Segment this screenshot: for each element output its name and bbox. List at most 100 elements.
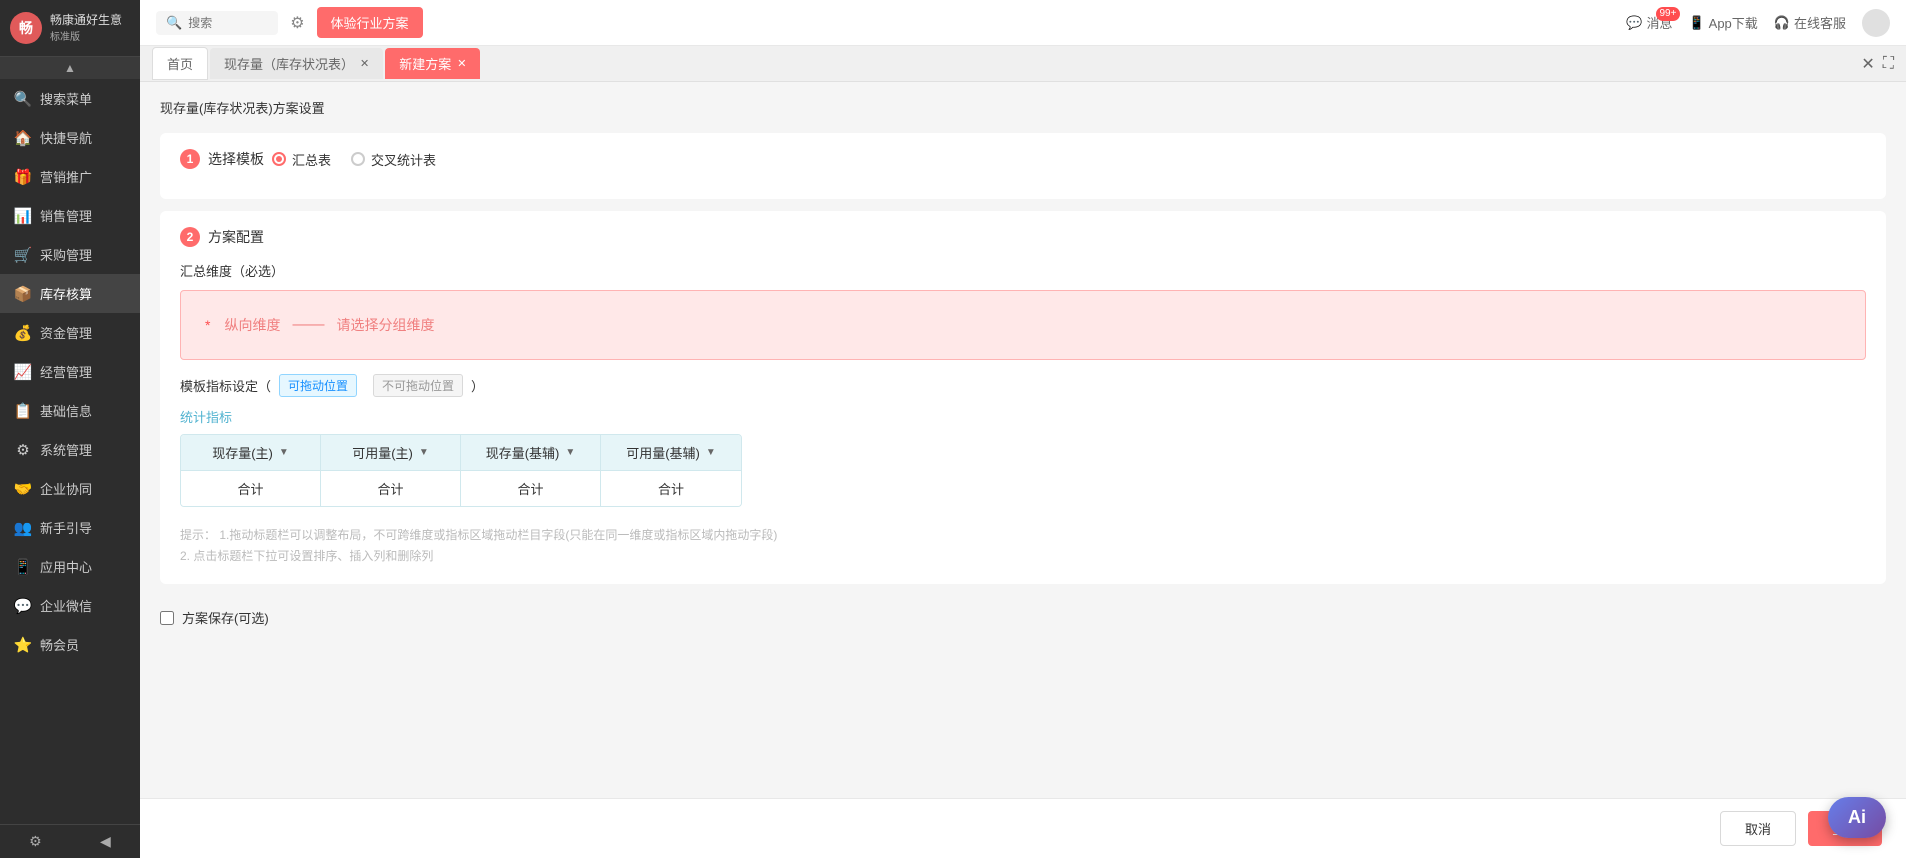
topbar-right: 💬 消息 99+ 📱 App下载 🎧 在线客服 <box>1626 9 1890 37</box>
sidebar-item-nav[interactable]: 🏠 快捷导航 <box>0 118 140 157</box>
stats-header-cell[interactable]: 现存量(基辅)▼ <box>461 435 601 470</box>
dim-required-star: * <box>205 317 210 333</box>
dim-label-text: 汇总维度（必选） <box>180 264 284 279</box>
stats-header-cell[interactable]: 可用量(主)▼ <box>321 435 461 470</box>
sidebar-item-system[interactable]: ⚙ 系统管理 <box>0 430 140 469</box>
tip-1: 提示： 1.拖动标题栏可以调整布局，不可跨维度或指标区域拖动栏目字段(只能在同一… <box>180 526 1866 543</box>
save-checkbox[interactable] <box>160 611 174 625</box>
action-bar: 取消 查询 <box>140 798 1906 858</box>
stats-header-cell[interactable]: 现存量(主)▼ <box>181 435 321 470</box>
section1-num: 1 <box>180 149 200 169</box>
cancel-button[interactable]: 取消 <box>1720 811 1796 846</box>
radio-summary[interactable]: 汇总表 <box>272 150 331 169</box>
tab-new-plan-close[interactable]: ✕ <box>457 57 466 70</box>
tip-2: 2. 点击标题栏下拉可设置排序、插入列和删除列 <box>180 547 1866 564</box>
sidebar-label-system: 系统管理 <box>40 440 92 459</box>
search-box[interactable]: 🔍 <box>156 11 278 35</box>
sidebar-item-marketing[interactable]: 🎁 营销推广 <box>0 157 140 196</box>
message-badge[interactable]: 💬 消息 99+ <box>1626 13 1672 32</box>
page-title: 现存量(库存状况表)方案设置 <box>160 98 1886 117</box>
collapse-icon[interactable]: ◀ <box>100 833 111 850</box>
dim-field-label: 纵向维度 <box>224 315 280 335</box>
tab-inventory-status[interactable]: 现存量（库存状况表） ✕ <box>210 48 383 79</box>
message-count: 99+ <box>1656 7 1681 21</box>
sidebar-label-sales: 销售管理 <box>40 206 92 225</box>
section-config: 2 方案配置 汇总维度（必选） * 纵向维度 —— 请选择分组维度 模板指标设定… <box>160 211 1886 584</box>
tab-home-label: 首页 <box>167 54 193 73</box>
online-service[interactable]: 🎧 在线客服 <box>1774 13 1846 32</box>
section-template: 1 选择模板 汇总表 交叉统计表 <box>160 133 1886 199</box>
service-label: 在线客服 <box>1794 13 1846 32</box>
sidebar-item-operations[interactable]: 📈 经营管理 <box>0 352 140 391</box>
save-label: 方案保存(可选) <box>182 608 269 627</box>
settings-icon[interactable]: ⚙ <box>29 833 42 850</box>
sidebar-icon-system: ⚙ <box>14 441 32 459</box>
sidebar-item-wechat[interactable]: 💬 企业微信 <box>0 586 140 625</box>
sidebar-label-marketing: 营销推广 <box>40 167 92 186</box>
sidebar-item-enterprise[interactable]: 🤝 企业协同 <box>0 469 140 508</box>
logo-icon: 畅 <box>10 12 42 44</box>
sidebar-logo: 畅 畅康通好生意 标准版 <box>0 0 140 57</box>
sidebar-icon-marketing: 🎁 <box>14 168 32 186</box>
tab-inventory-close[interactable]: ✕ <box>360 57 369 70</box>
avatar[interactable] <box>1862 9 1890 37</box>
chevron-down-icon: ▼ <box>706 447 716 458</box>
sidebar-item-basic[interactable]: 📋 基础信息 <box>0 391 140 430</box>
sidebar-icon-wechat: 💬 <box>14 597 32 615</box>
search-input[interactable] <box>188 16 268 30</box>
dim-label: 汇总维度（必选） <box>180 261 1866 280</box>
tabbar: 首页 现存量（库存状况表） ✕ 新建方案 ✕ ✕ ⛶ <box>140 46 1906 82</box>
sidebar-label-nav: 快捷导航 <box>40 128 92 147</box>
section1-header: 1 选择模板 汇总表 交叉统计表 <box>180 149 1866 169</box>
sidebar-item-finance[interactable]: 💰 资金管理 <box>0 313 140 352</box>
tab-inventory-label: 现存量（库存状况表） <box>224 54 354 73</box>
sidebar-scroll-up[interactable]: ▲ <box>0 57 140 79</box>
sidebar-footer: ⚙ ◀ <box>0 824 140 858</box>
section1-title: 选择模板 <box>208 149 264 169</box>
tab-close-icon[interactable]: ✕ <box>1861 54 1874 74</box>
sidebar-label-enterprise: 企业协同 <box>40 479 92 498</box>
sidebar-label-finance: 资金管理 <box>40 323 92 342</box>
sidebar-item-sales[interactable]: 📊 销售管理 <box>0 196 140 235</box>
badge-movable: 可拖动位置 <box>279 374 357 397</box>
indicator-label-suffix: ） <box>471 376 484 395</box>
sidebar-icon-finance: 💰 <box>14 324 32 342</box>
indicator-settings: 模板指标设定（ 可拖动位置 不可拖动位置 ） 统计指标 现存量(主)▼可用量(主… <box>180 374 1866 510</box>
ai-float-button[interactable]: Ai <box>1828 797 1886 838</box>
content-area: 现存量(库存状况表)方案设置 1 选择模板 汇总表 交叉统计表 <box>140 82 1906 798</box>
search-icon: 🔍 <box>166 15 182 31</box>
badge-fixed: 不可拖动位置 <box>373 374 463 397</box>
section2-num: 2 <box>180 227 200 247</box>
tab-home[interactable]: 首页 <box>152 47 208 80</box>
sidebar-label-newbie: 新手引导 <box>40 518 92 537</box>
template-radio-group: 汇总表 交叉统计表 <box>272 150 436 169</box>
indicator-label: 模板指标设定（ 可拖动位置 不可拖动位置 ） <box>180 374 1866 397</box>
app-download[interactable]: 📱 App下载 <box>1688 13 1757 32</box>
sidebar-label-purchase: 采购管理 <box>40 245 92 264</box>
tab-new-plan[interactable]: 新建方案 ✕ <box>385 48 480 79</box>
logo-name: 畅康通好生意 <box>50 13 122 29</box>
radio-cross[interactable]: 交叉统计表 <box>351 150 436 169</box>
sidebar-item-search[interactable]: 🔍 搜索菜单 <box>0 79 140 118</box>
chevron-down-icon: ▼ <box>419 447 429 458</box>
save-row: 方案保存(可选) <box>160 596 1886 627</box>
sidebar-item-member[interactable]: ⭐ 畅会员 <box>0 625 140 664</box>
sidebar-icon-inventory: 📦 <box>14 285 32 303</box>
industry-btn[interactable]: 体验行业方案 <box>317 7 423 38</box>
sidebar-nav: 🔍 搜索菜单 🏠 快捷导航 🎁 营销推广 📊 销售管理 🛒 采购管理 📦 库存核… <box>0 79 140 824</box>
gear-icon[interactable]: ⚙ <box>290 13 304 33</box>
tab-expand-icon[interactable]: ⛶ <box>1883 54 1894 74</box>
sidebar-item-newbie[interactable]: 👥 新手引导 <box>0 508 140 547</box>
sidebar-item-appstore[interactable]: 📱 应用中心 <box>0 547 140 586</box>
sidebar-icon-newbie: 👥 <box>14 519 32 537</box>
stats-header-cell[interactable]: 可用量(基辅)▼ <box>601 435 741 470</box>
tabbar-actions: ✕ ⛶ <box>1861 54 1894 74</box>
sidebar-item-inventory[interactable]: 📦 库存核算 <box>0 274 140 313</box>
app-icon: 📱 <box>1688 15 1704 31</box>
radio-summary-label: 汇总表 <box>292 150 331 169</box>
stats-body-cell: 合计 <box>181 471 321 506</box>
dimension-box[interactable]: * 纵向维度 —— 请选择分组维度 <box>180 290 1866 360</box>
sidebar-icon-sales: 📊 <box>14 207 32 225</box>
sidebar-item-purchase[interactable]: 🛒 采购管理 <box>0 235 140 274</box>
sidebar-icon-enterprise: 🤝 <box>14 480 32 498</box>
